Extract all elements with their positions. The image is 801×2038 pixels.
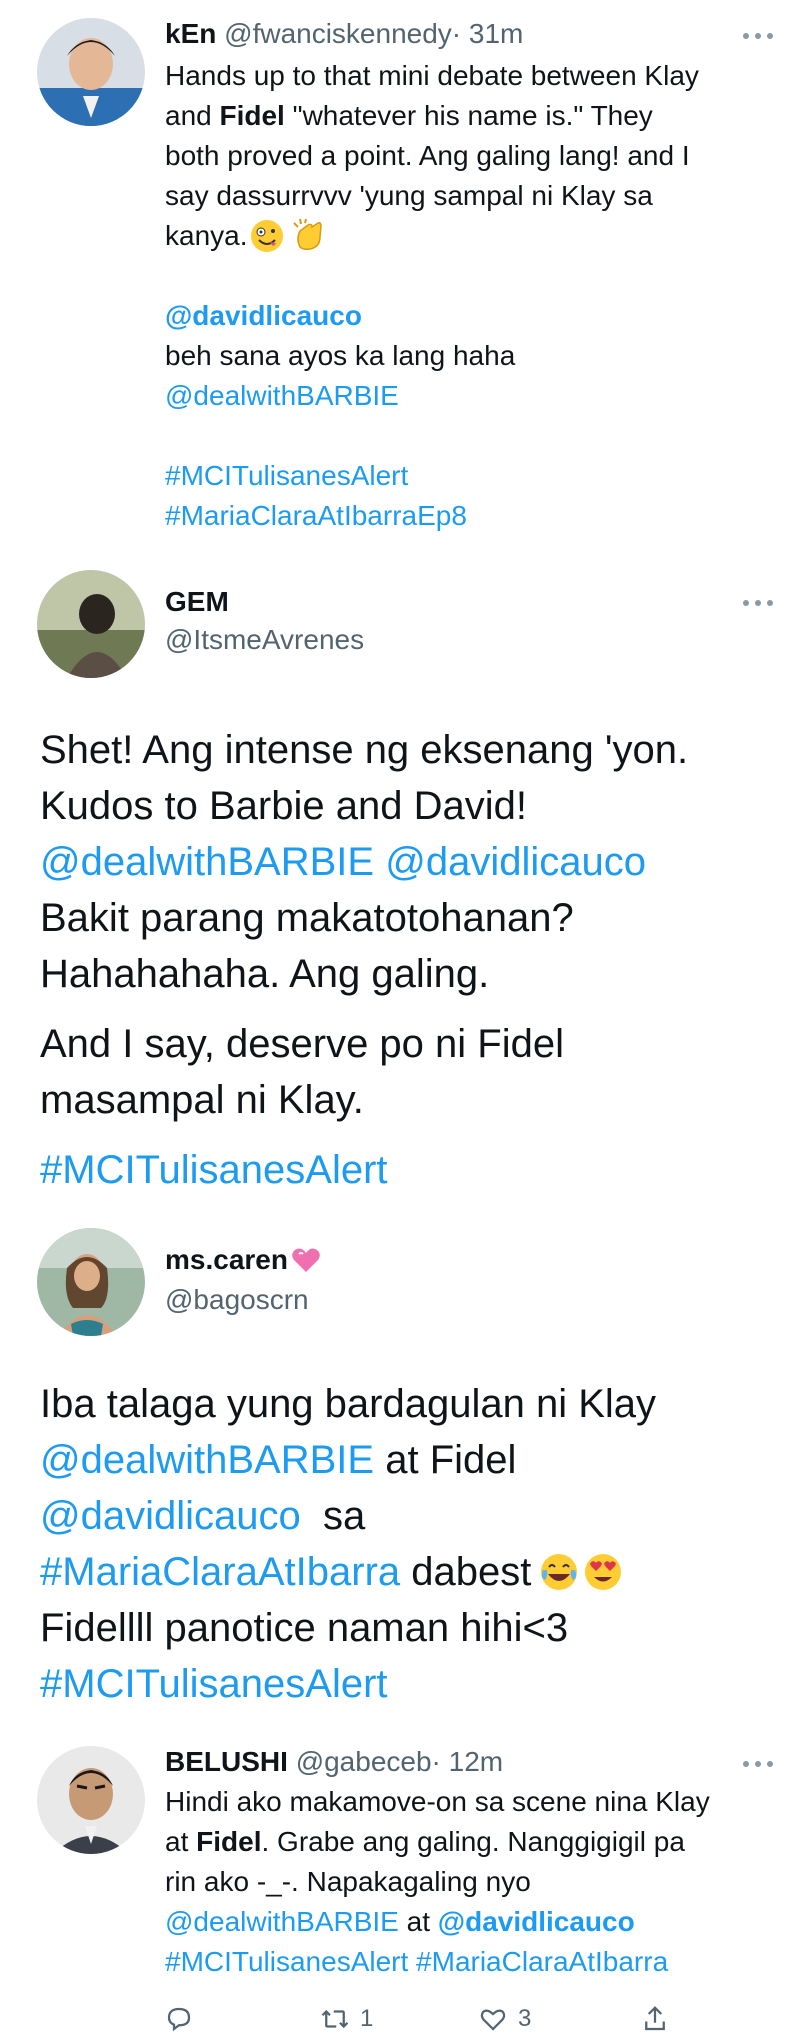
laugh-emoji <box>541 1554 578 1590</box>
zany-emoji <box>250 220 283 252</box>
timestamp[interactable]: · 31m <box>452 18 524 49</box>
like-count: 3 <box>518 2005 532 2032</box>
avatar[interactable] <box>37 18 145 126</box>
mention[interactable]: @davidlicauco <box>438 1906 635 1937</box>
hashtag[interactable]: #MCITulisanesAlert <box>165 1946 408 1977</box>
display-name[interactable]: GEM <box>165 586 229 617</box>
more-icon[interactable] <box>743 598 773 608</box>
tweet-text: sa <box>322 1494 366 1538</box>
tweet-text-line: Iba talaga yung bardagulan ni Klay <box>40 1382 657 1426</box>
handle[interactable]: @ItsmeAvrenes <box>165 620 364 660</box>
hashtag[interactable]: #MCITulisanesAlert <box>165 456 408 496</box>
tweet-text-line: masampal ni Klay. <box>40 1078 364 1122</box>
hashtag[interactable]: #MCITulisanesAlert <box>40 1656 388 1712</box>
tweet-text-line: Hindi ako makamove-on sa scene nina Klay <box>165 1786 710 1817</box>
tweet-text: . Grabe ang galing. Nanggigigil pa <box>261 1826 685 1857</box>
like-button[interactable]: 3 <box>478 2004 531 2034</box>
mention[interactable]: @davidlicauco <box>165 296 362 336</box>
clap-emoji <box>292 218 322 250</box>
reply-button[interactable] <box>164 2004 194 2034</box>
tweet-text: and <box>165 100 212 131</box>
reply-icon <box>167 2007 191 2032</box>
share-icon <box>645 2006 665 2031</box>
reply-text: beh sana ayos ka lang haha <box>165 340 516 371</box>
handle[interactable]: @fwanciskennedy <box>224 18 452 49</box>
tweet-text-bold: Fidel <box>219 100 285 131</box>
tweet-text-line: Kudos to Barbie and David! <box>40 784 527 828</box>
tweet-text: at <box>406 1906 430 1937</box>
mention[interactable]: @davidlicauco <box>385 840 646 884</box>
display-name[interactable]: BELUSHI <box>165 1746 288 1777</box>
tweet-2[interactable]: GEM @ItsmeAvrenes Shet! Ang intense ng e… <box>0 548 801 1218</box>
tweet-text: at <box>165 1826 189 1857</box>
tweet-text-line: Hahahahaha. Ang galing. <box>40 952 490 996</box>
hashtag[interactable]: #MariaClaraAtIbarra <box>40 1544 400 1600</box>
tweet-text-line: Hands up to that mini debate between Kla… <box>165 60 699 91</box>
avatar[interactable] <box>37 1746 145 1854</box>
timestamp[interactable]: · 12m <box>432 1746 504 1777</box>
tweet-1[interactable]: kEn @fwanciskennedy· 31m Hands up to tha… <box>0 0 801 548</box>
tweet-text-line: And I say, deserve po ni Fidel <box>40 1022 564 1066</box>
tweet-text-line: Fidellll panotice naman hihi<3 <box>40 1606 569 1650</box>
mention[interactable]: @dealwithBARBIE <box>40 840 374 884</box>
hashtag[interactable]: #MariaClaraAtIbarra <box>416 1946 668 1977</box>
tweet-actions: 1 3 <box>0 2004 801 2038</box>
display-name[interactable]: kEn <box>165 18 216 49</box>
retweet-icon <box>321 2009 349 2029</box>
mention[interactable]: @davidlicauco <box>40 1494 301 1538</box>
tweet-text: "whatever his name is." They <box>292 100 653 131</box>
tweet-text: at Fidel <box>385 1438 517 1482</box>
mention[interactable]: @dealwithBARBIE <box>40 1438 374 1482</box>
tweet-text-line: Bakit parang makatotohanan? <box>40 896 574 940</box>
retweet-count: 1 <box>360 2005 374 2032</box>
tweet-text-line: both proved a point. Ang galing lang! an… <box>165 140 690 171</box>
mention[interactable]: @dealwithBARBIE <box>165 1906 399 1937</box>
tweet-text: kanya. <box>165 220 248 251</box>
tweet-4[interactable]: BELUSHI @gabeceb· 12m Hindi ako makamove… <box>0 1738 801 2038</box>
tweet-text-bold: Fidel <box>196 1826 262 1857</box>
tweet-text-line: Shet! Ang intense ng eksenang 'yon. <box>40 728 689 772</box>
tweet-3[interactable]: ms.caren @bagoscrn Iba talaga yung barda… <box>0 1218 801 1738</box>
handle[interactable]: @bagoscrn <box>165 1280 309 1320</box>
like-icon <box>480 2009 506 2031</box>
tweet-text: dabest <box>411 1550 532 1594</box>
mention[interactable]: @dealwithBARBIE <box>165 376 399 416</box>
handle[interactable]: @gabeceb <box>296 1746 432 1777</box>
hashtag[interactable]: #MariaClaraAtIbarraEp8 <box>165 496 467 536</box>
more-icon[interactable] <box>743 1759 773 1769</box>
heart-eyes-emoji <box>585 1554 622 1590</box>
avatar[interactable] <box>37 570 145 678</box>
tweet-text-line: say dassurrvvv 'yung sampal ni Klay sa <box>165 180 653 211</box>
share-button[interactable] <box>640 2004 670 2034</box>
retweet-button[interactable]: 1 <box>320 2004 373 2034</box>
tweet-text-line: rin ako -_-. Napakagaling nyo <box>165 1866 531 1897</box>
avatar[interactable] <box>37 1228 145 1336</box>
display-name[interactable]: ms.caren <box>165 1240 288 1280</box>
heart-emoji <box>292 1248 320 1272</box>
hashtag[interactable]: #MCITulisanesAlert <box>40 1142 388 1198</box>
more-icon[interactable] <box>743 31 773 41</box>
